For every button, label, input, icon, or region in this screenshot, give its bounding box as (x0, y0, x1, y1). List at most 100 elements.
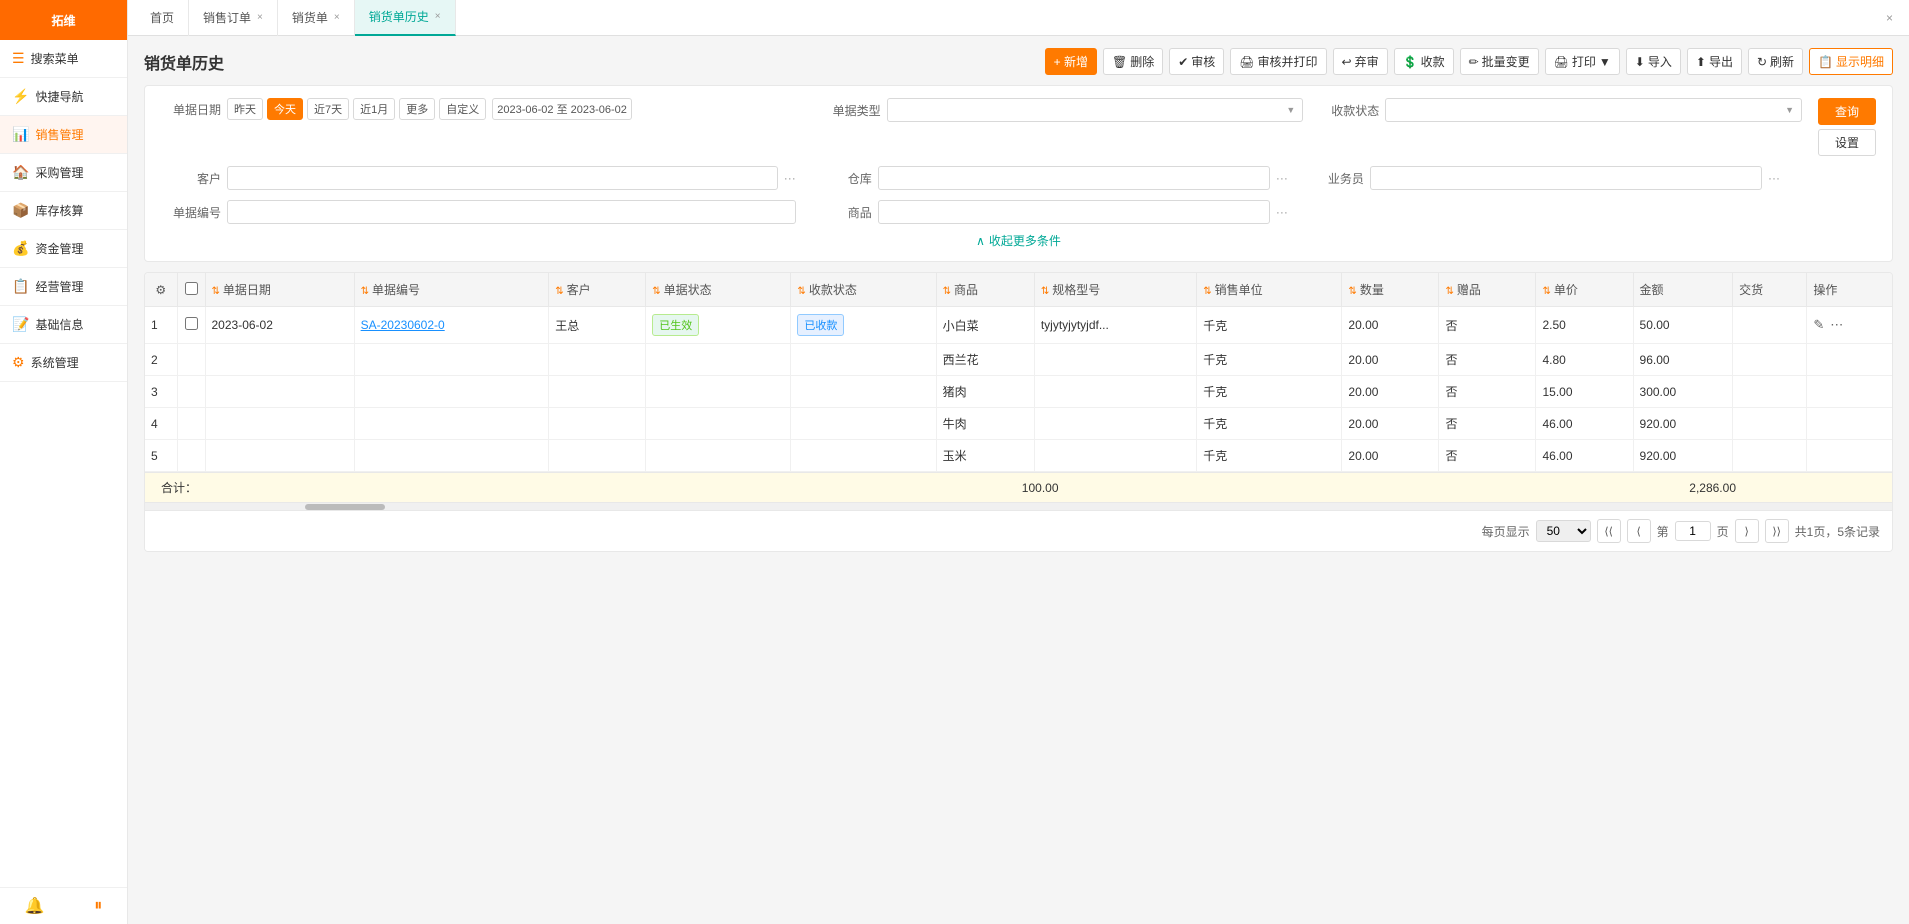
page-prev-button[interactable]: ⟨ (1627, 519, 1651, 543)
delete-button[interactable]: 🗑 删除 (1103, 48, 1163, 75)
warehouse-input[interactable] (878, 166, 1270, 190)
abandon-button[interactable]: ↩ 弃审 (1333, 48, 1388, 75)
gear-settings-icon[interactable]: ⚙ (155, 283, 166, 297)
tabs-close-all-button[interactable]: × (1878, 11, 1901, 25)
gift-cell: 否 (1439, 344, 1536, 376)
export-button[interactable]: ⬆ 导出 (1687, 48, 1742, 75)
col-checkbox[interactable] (177, 273, 205, 307)
col-gear[interactable]: ⚙ (145, 273, 177, 307)
sidebar-item-inventory[interactable]: 📦 库存核算 (0, 192, 127, 230)
col-spec[interactable]: ⇅规格型号 (1034, 273, 1196, 307)
goods-cell: 牛肉 (936, 408, 1034, 440)
doc-no-input[interactable] (227, 200, 796, 224)
row-checkbox-cell[interactable] (177, 307, 205, 344)
close-sales-goods-tab-icon[interactable]: × (334, 12, 340, 23)
page-next-button[interactable]: ⟩ (1735, 519, 1759, 543)
tab-sales-goods[interactable]: 销货单 × (278, 0, 355, 36)
warehouse-picker-icon[interactable]: ··· (1276, 171, 1288, 185)
col-price[interactable]: ⇅单价 (1536, 273, 1633, 307)
print-button[interactable]: 🖨 打印 ▼ (1545, 48, 1620, 75)
audit-icon: ✔ (1178, 55, 1188, 69)
action-cell[interactable]: ✎⋯ (1807, 307, 1892, 344)
date-btn-7days[interactable]: 近7天 (307, 98, 349, 120)
finance-icon: 💰 (12, 240, 29, 257)
staff-input[interactable] (1370, 166, 1762, 190)
col-unit[interactable]: ⇅销售单位 (1197, 273, 1342, 307)
more-action-icon[interactable]: ⋯ (1830, 317, 1843, 333)
row-checkbox-cell[interactable] (177, 344, 205, 376)
sidebar-item-search-menu[interactable]: ☰ 搜索菜单 (0, 40, 127, 78)
collapse-filter-button[interactable]: ∧ 收起更多条件 (161, 232, 1876, 249)
col-doc-date[interactable]: ⇅单据日期 (205, 273, 354, 307)
date-filter-label: 单据日期 (161, 101, 221, 118)
col-goods[interactable]: ⇅商品 (936, 273, 1034, 307)
unit-cell: 千克 (1197, 408, 1342, 440)
page-last-button[interactable]: ⟩⟩ (1765, 519, 1789, 543)
query-button[interactable]: 查询 (1818, 98, 1876, 125)
tab-home[interactable]: 首页 (136, 0, 189, 36)
audit-button[interactable]: ✔ 审核 (1169, 48, 1224, 75)
select-all-checkbox[interactable] (185, 282, 198, 295)
import-icon: ⬇ (1635, 55, 1645, 69)
close-sales-order-tab-icon[interactable]: × (257, 12, 263, 23)
row-num-cell: 1 (145, 307, 177, 344)
tab-sales-order[interactable]: 销售订单 × (189, 0, 278, 36)
row-checkbox-cell[interactable] (177, 376, 205, 408)
doc-no-link[interactable]: SA-20230602-0 (361, 318, 445, 332)
customer-input[interactable] (227, 166, 778, 190)
table-row: 4牛肉千克20.00否46.00920.00 (145, 408, 1892, 440)
page-number-input[interactable] (1675, 521, 1711, 541)
settings-button[interactable]: 设置 (1818, 129, 1876, 156)
col-doc-no[interactable]: ⇅单据编号 (354, 273, 549, 307)
collect-status-cell (791, 440, 936, 472)
date-btn-today[interactable]: 今天 (267, 98, 303, 120)
row-checkbox-cell[interactable] (177, 440, 205, 472)
date-btn-more[interactable]: 更多 (399, 98, 435, 120)
col-collect-status[interactable]: ⇅收款状态 (791, 273, 936, 307)
date-btn-1month[interactable]: 近1月 (353, 98, 395, 120)
sidebar-bottom-icon-1[interactable]: 🔔 (25, 896, 45, 916)
refresh-icon: ↻ (1757, 55, 1767, 69)
doc-no-cell[interactable]: SA-20230602-0 (354, 307, 549, 344)
refresh-button[interactable]: ↻ 刷新 (1748, 48, 1803, 75)
import-button[interactable]: ⬇ 导入 (1626, 48, 1681, 75)
col-qty[interactable]: ⇅数量 (1342, 273, 1439, 307)
gift-cell: 否 (1439, 408, 1536, 440)
sidebar-item-finance[interactable]: 💰 资金管理 (0, 230, 127, 268)
staff-picker-icon[interactable]: ··· (1768, 171, 1780, 185)
doc-type-select[interactable] (887, 98, 1304, 122)
sidebar: 拓维 ☰ 搜索菜单 ⚡ 快捷导航 📊 销售管理 🏠 采购管理 📦 库存核算 💰 … (0, 0, 128, 924)
table-scroll-bar[interactable] (145, 502, 1892, 510)
close-sales-history-tab-icon[interactable]: × (435, 11, 441, 22)
date-btn-custom[interactable]: 自定义 (439, 98, 486, 120)
show-detail-button[interactable]: 📋 显示明细 (1809, 48, 1893, 75)
col-gift[interactable]: ⇅赠品 (1439, 273, 1536, 307)
sidebar-item-purchase-mgmt[interactable]: 🏠 采购管理 (0, 154, 127, 192)
collect-button[interactable]: 💲 收款 (1394, 48, 1454, 75)
tab-sales-history[interactable]: 销货单历史 × (355, 0, 456, 36)
page-first-button[interactable]: ⟨⟨ (1597, 519, 1621, 543)
batch-change-button[interactable]: ✏ 批量变更 (1460, 48, 1539, 75)
edit-action-icon[interactable]: ✎ (1813, 317, 1824, 333)
col-doc-status[interactable]: ⇅单据状态 (646, 273, 791, 307)
customer-picker-icon[interactable]: ··· (784, 171, 796, 185)
row-checkbox[interactable] (185, 317, 198, 330)
table-body: 12023-06-02SA-20230602-0王总已生效已收款小白菜tyjyt… (145, 307, 1892, 472)
per-page-select[interactable]: 50 100 200 (1536, 520, 1591, 542)
col-customer[interactable]: ⇅客户 (549, 273, 646, 307)
goods-picker-icon[interactable]: ··· (1276, 205, 1288, 219)
sidebar-item-quick-nav[interactable]: ⚡ 快捷导航 (0, 78, 127, 116)
date-btn-yesterday[interactable]: 昨天 (227, 98, 263, 120)
sidebar-bottom-icon-2[interactable]: ⏸ (94, 897, 102, 915)
doc-no-cell (354, 344, 549, 376)
row-checkbox-cell[interactable] (177, 408, 205, 440)
sidebar-item-sales-mgmt[interactable]: 📊 销售管理 (0, 116, 127, 154)
audit-print-button[interactable]: 🖨 审核并打印 (1230, 48, 1326, 75)
new-button[interactable]: + 新增 (1045, 48, 1097, 75)
collect-status-select[interactable] (1385, 98, 1802, 122)
goods-cell: 猪肉 (936, 376, 1034, 408)
sidebar-item-operations[interactable]: 📋 经营管理 (0, 268, 127, 306)
sidebar-item-basic-info[interactable]: 📝 基础信息 (0, 306, 127, 344)
goods-input[interactable] (878, 200, 1270, 224)
sidebar-item-system-mgmt[interactable]: ⚙ 系统管理 (0, 344, 127, 382)
